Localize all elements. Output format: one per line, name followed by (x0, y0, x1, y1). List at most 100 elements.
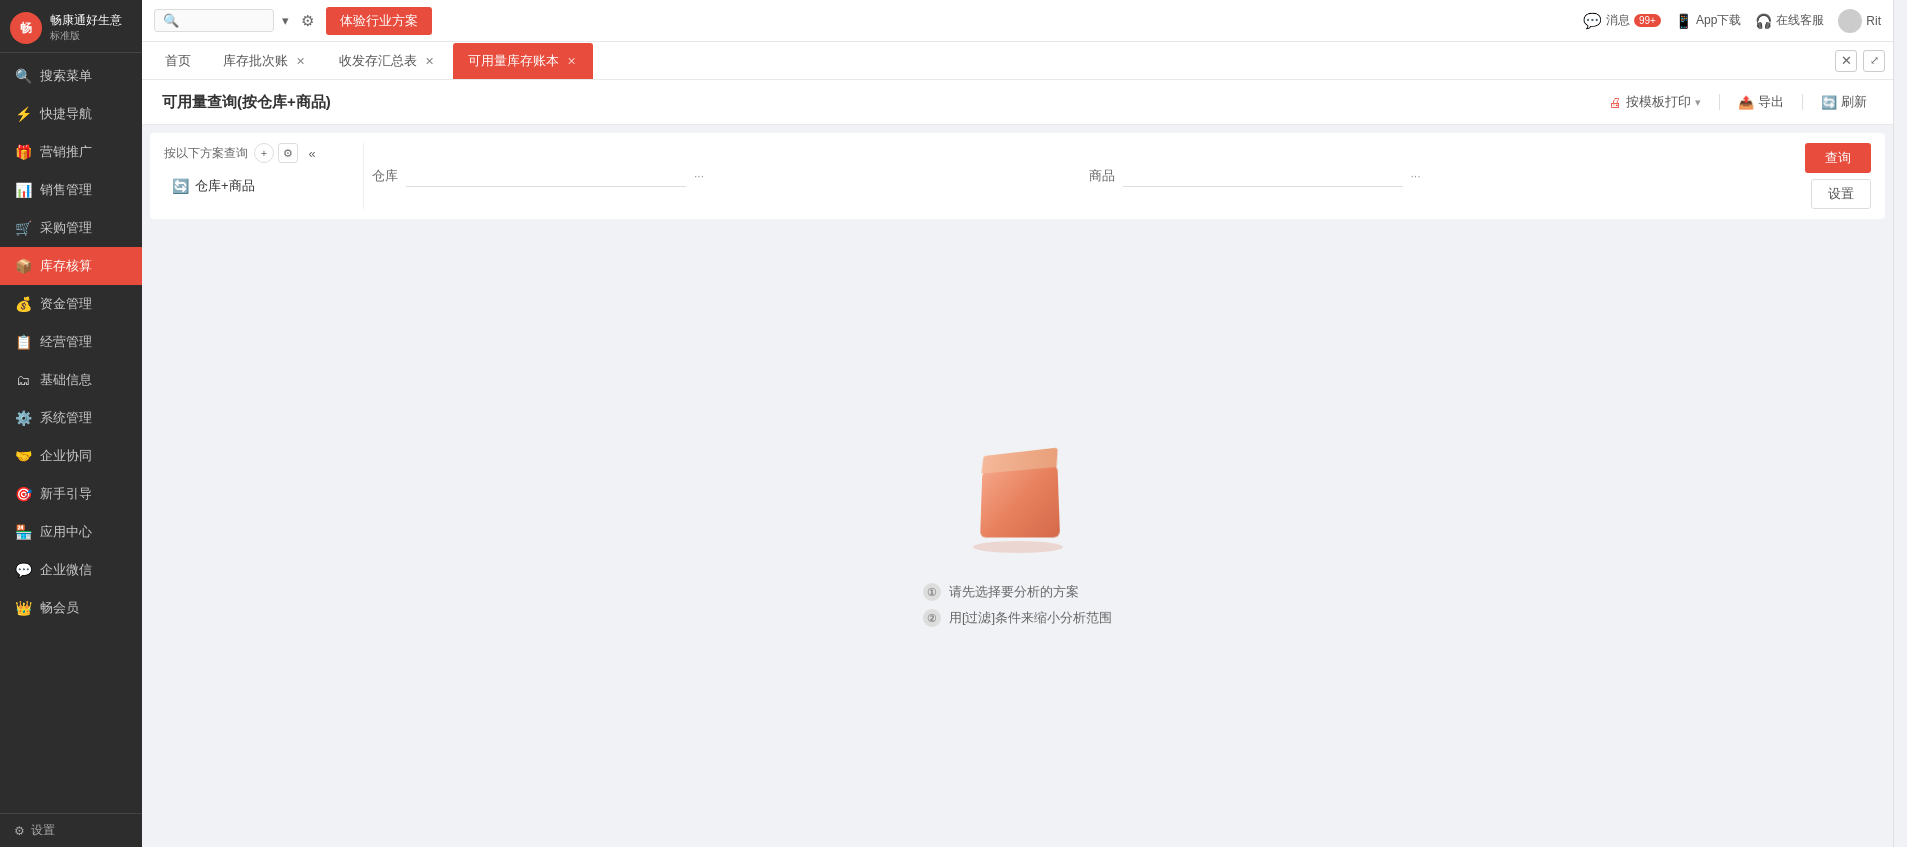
product-more-btn[interactable]: ··· (1411, 169, 1421, 183)
basic-icon: 🗂 (14, 372, 32, 388)
tab-available-close[interactable]: ✕ (565, 55, 578, 68)
topbar-search-box[interactable]: 🔍 (154, 9, 274, 32)
sidebar-item-marketing[interactable]: 🎁 营销推广 (0, 133, 142, 171)
sidebar-footer-label: 设置 (31, 822, 55, 839)
sidebar-item-inventory[interactable]: 📦 库存核算 (0, 247, 142, 285)
export-label: 导出 (1758, 93, 1784, 111)
purchase-icon: 🛒 (14, 220, 32, 236)
filter-add-btn[interactable]: + (254, 143, 274, 163)
query-button[interactable]: 查询 (1805, 143, 1871, 173)
sidebar-item-appstore[interactable]: 🏪 应用中心 (0, 513, 142, 551)
sidebar-item-sales[interactable]: 📊 销售管理 (0, 171, 142, 209)
print-label: 按模板打印 (1626, 93, 1691, 111)
refresh-label: 刷新 (1841, 93, 1867, 111)
empty-box (980, 465, 1060, 538)
shortcut-icon: ⚡ (14, 106, 32, 122)
settings-button[interactable]: 设置 (1811, 179, 1871, 209)
tab-home[interactable]: 首页 (150, 43, 206, 79)
sidebar-item-finance[interactable]: 💰 资金管理 (0, 285, 142, 323)
empty-illustration (958, 447, 1078, 567)
hint-num-2: ② (923, 609, 941, 627)
marketing-icon: 🎁 (14, 144, 32, 160)
topbar-service[interactable]: 🎧 在线客服 (1755, 12, 1824, 29)
service-icon: 🎧 (1755, 13, 1772, 29)
appstore-icon: 🏪 (14, 524, 32, 540)
warehouse-input[interactable] (406, 165, 686, 187)
sidebar: 畅 畅康通好生意 标准版 🔍 搜索菜单 ⚡ 快捷导航 🎁 营销推广 📊 销售管理… (0, 0, 142, 847)
filter-actions: + ⚙ « (254, 143, 322, 163)
warehouse-more-btn[interactable]: ··· (694, 169, 704, 183)
tabbar: 首页 库存批次账 ✕ 收发存汇总表 ✕ 可用量库存账本 ✕ ✕ ⤢ (142, 42, 1893, 80)
sidebar-item-member[interactable]: 👑 畅会员 (0, 589, 142, 627)
filter-label: 按以下方案查询 + ⚙ « (164, 143, 353, 163)
tabbar-right-controls: ✕ ⤢ (1835, 50, 1885, 72)
export-icon: 📤 (1738, 95, 1754, 110)
tabbar-close-all-btn[interactable]: ✕ (1835, 50, 1857, 72)
topbar-dropdown-arrow[interactable]: ▾ (282, 13, 289, 28)
tab-batch-close[interactable]: ✕ (294, 55, 307, 68)
topbar-search-input[interactable] (183, 14, 263, 28)
tabbar-expand-btn[interactable]: ⤢ (1863, 50, 1885, 72)
search-nav-icon: 🔍 (14, 68, 32, 84)
coop-icon: 🤝 (14, 448, 32, 464)
sidebar-item-label: 基础信息 (40, 371, 92, 389)
sidebar-item-label: 新手引导 (40, 485, 92, 503)
tab-summary-close[interactable]: ✕ (423, 55, 436, 68)
sidebar-item-wecom[interactable]: 💬 企业微信 (0, 551, 142, 589)
warehouse-label: 仓库 (372, 167, 398, 185)
business-icon: 📋 (14, 334, 32, 350)
sidebar-item-search[interactable]: 🔍 搜索菜单 (0, 57, 142, 95)
trial-btn[interactable]: 体验行业方案 (326, 7, 432, 35)
user-avatar (1838, 9, 1862, 33)
sidebar-footer[interactable]: ⚙ 设置 (0, 813, 142, 847)
tab-summary[interactable]: 收发存汇总表 ✕ (324, 43, 451, 79)
tab-batch[interactable]: 库存批次账 ✕ (208, 43, 322, 79)
filter-btn-group: 查询 设置 (1805, 143, 1871, 209)
sidebar-item-coop[interactable]: 🤝 企业协同 (0, 437, 142, 475)
sidebar-item-label: 企业微信 (40, 561, 92, 579)
sidebar-item-business[interactable]: 📋 经营管理 (0, 323, 142, 361)
main-area: 🔍 ▾ ⚙ 体验行业方案 💬 消息 99+ 📱 App下载 🎧 在线客服 Rit (142, 0, 1893, 847)
print-arrow-icon[interactable]: ▾ (1695, 96, 1701, 109)
filter-field-product: 商品 ··· (1089, 165, 1786, 187)
export-btn[interactable]: 📤 导出 (1732, 90, 1790, 114)
product-input[interactable] (1123, 165, 1403, 187)
tab-home-label: 首页 (165, 52, 191, 70)
refresh-btn[interactable]: 🔄 刷新 (1815, 90, 1873, 114)
tab-available-label: 可用量库存账本 (468, 52, 559, 70)
sidebar-item-system[interactable]: ⚙️ 系统管理 (0, 399, 142, 437)
product-label: 商品 (1089, 167, 1115, 185)
topbar: 🔍 ▾ ⚙ 体验行业方案 💬 消息 99+ 📱 App下载 🎧 在线客服 Rit (142, 0, 1893, 42)
action-divider-2 (1802, 94, 1803, 110)
sidebar-item-label: 畅会员 (40, 599, 79, 617)
tab-batch-label: 库存批次账 (223, 52, 288, 70)
filter-collapse-btn[interactable]: « (302, 143, 322, 163)
topbar-gear-icon[interactable]: ⚙ (297, 8, 318, 34)
tab-available[interactable]: 可用量库存账本 ✕ (453, 43, 593, 79)
topbar-search-icon: 🔍 (163, 13, 179, 28)
sidebar-item-shortcut[interactable]: ⚡ 快捷导航 (0, 95, 142, 133)
inventory-icon: 📦 (14, 258, 32, 274)
print-btn[interactable]: 🖨 按模板打印 ▾ (1603, 90, 1707, 114)
sidebar-item-label: 资金管理 (40, 295, 92, 313)
sidebar-item-purchase[interactable]: 🛒 采购管理 (0, 209, 142, 247)
empty-state: ① 请先选择要分析的方案 ② 用[过滤]条件来缩小分析范围 (142, 227, 1893, 847)
app-label: App下载 (1696, 12, 1741, 29)
hint-text-1: 请先选择要分析的方案 (949, 583, 1079, 601)
filter-settings-btn[interactable]: ⚙ (278, 143, 298, 163)
sidebar-item-label: 应用中心 (40, 523, 92, 541)
topbar-message[interactable]: 💬 消息 99+ (1583, 12, 1661, 30)
sidebar-item-label: 搜索菜单 (40, 67, 92, 85)
sidebar-nav: 🔍 搜索菜单 ⚡ 快捷导航 🎁 营销推广 📊 销售管理 🛒 采购管理 📦 库存核… (0, 53, 142, 813)
sidebar-item-label: 经营管理 (40, 333, 92, 351)
sidebar-item-newbie[interactable]: 🎯 新手引导 (0, 475, 142, 513)
sales-icon: 📊 (14, 182, 32, 198)
message-icon: 💬 (1583, 12, 1602, 30)
filter-scheme-item[interactable]: 🔄 仓库+商品 (164, 171, 353, 201)
sidebar-item-basic[interactable]: 🗂 基础信息 (0, 361, 142, 399)
print-icon: 🖨 (1609, 95, 1622, 110)
topbar-user[interactable]: Rit (1838, 9, 1881, 33)
hint-text-2: 用[过滤]条件来缩小分析范围 (949, 609, 1112, 627)
topbar-app-download[interactable]: 📱 App下载 (1675, 12, 1741, 29)
message-label: 消息 (1606, 12, 1630, 29)
